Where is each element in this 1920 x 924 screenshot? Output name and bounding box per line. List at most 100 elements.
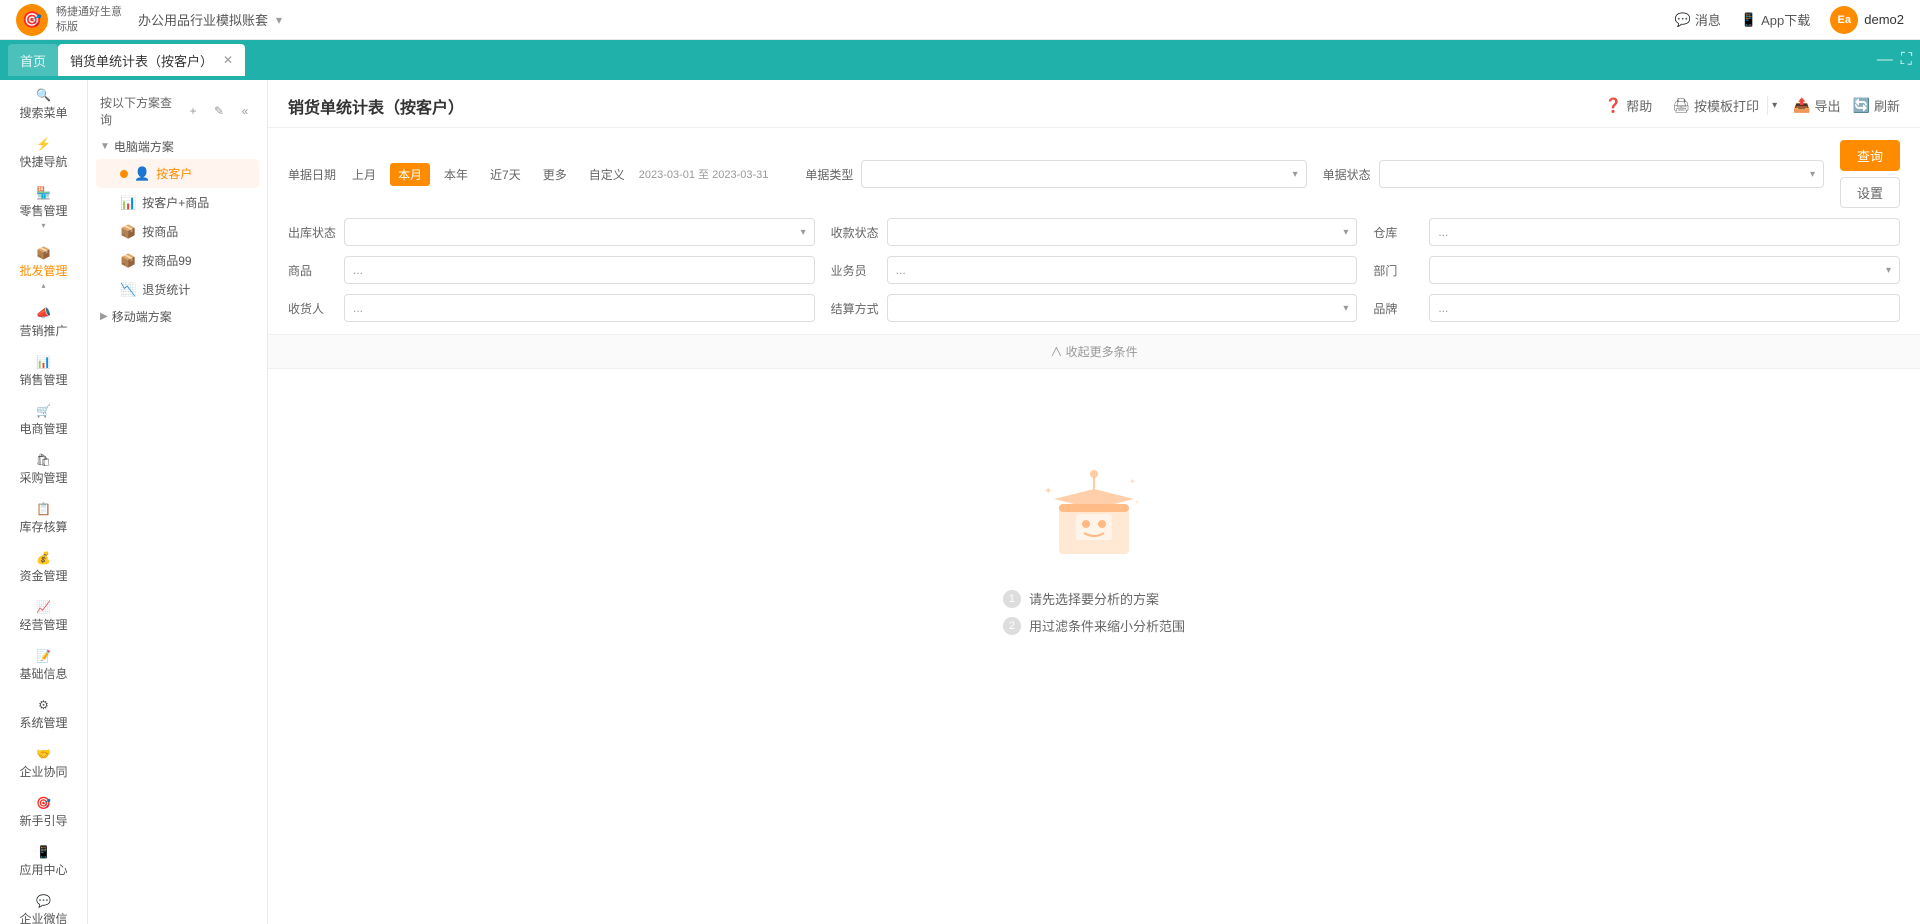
date-btn-7days[interactable]: 近7天 — [482, 163, 529, 186]
sidebar-item-cooperation[interactable]: 🤝 企业协同 — [0, 739, 87, 788]
mobile-group-arrow: ▶ — [100, 311, 108, 322]
date-btn-more[interactable]: 更多 — [535, 163, 575, 186]
settlement-label: 结算方式 — [831, 300, 881, 317]
doc-type-control[interactable]: ▾ — [861, 160, 1306, 188]
sidebar-item-inventory[interactable]: 📋 库存核算 — [0, 494, 87, 543]
marketing-icon: 📣 — [36, 306, 51, 320]
sidebar-item-finance[interactable]: 💰 资金管理 — [0, 543, 87, 592]
scheme-group-pc-title[interactable]: ▼ 电脑端方案 — [96, 134, 259, 159]
salesperson-label: 业务员 — [831, 262, 881, 279]
ecommerce-icon: 🛒 — [36, 404, 51, 418]
download-icon: 📱 — [1741, 12, 1757, 28]
brand-control[interactable]: ... — [1429, 294, 1900, 322]
warehouse-control[interactable]: ... — [1429, 218, 1900, 246]
scheme-item-by-customer-product[interactable]: 📊 按客户+商品 — [96, 188, 259, 217]
collapse-scheme-button[interactable]: « — [235, 101, 255, 121]
date-btn-custom[interactable]: 自定义 — [581, 163, 633, 186]
message-button[interactable]: 💬 消息 — [1675, 10, 1721, 29]
tab-home[interactable]: 首页 — [8, 44, 58, 76]
report-actions: ❓ 帮助 🖨 按模板打印 ▾ 📤 导出 — [1605, 92, 1900, 119]
template-print-dropdown[interactable]: ▾ — [1767, 96, 1781, 115]
receive-status-control[interactable]: ▾ — [887, 218, 1358, 246]
department-control[interactable]: ▾ — [1429, 256, 1900, 284]
header-right: 💬 消息 📱 App下载 Ea demo2 — [1675, 6, 1904, 34]
refresh-button[interactable]: 🔄 刷新 — [1853, 96, 1900, 115]
date-btn-this-year[interactable]: 本年 — [436, 163, 476, 186]
query-button[interactable]: 查询 — [1840, 140, 1900, 171]
sidebar-item-marketing[interactable]: 📣 营销推广 — [0, 298, 87, 347]
sidebar-item-quicknav[interactable]: ⚡ 快捷导航 — [0, 129, 87, 178]
workspace-dropdown-icon[interactable]: ▾ — [276, 13, 282, 27]
svg-text:✦: ✦ — [1129, 477, 1136, 486]
date-btn-last-month[interactable]: 上月 — [344, 163, 384, 186]
template-print-button[interactable]: 🖨 按模板打印 — [1664, 92, 1767, 119]
sidebar-item-appcenter[interactable]: 📱 应用中心 — [0, 837, 87, 886]
filter-row-2: 出库状态 ▾ 收款状态 ▾ — [288, 218, 1900, 246]
app-download-button[interactable]: 📱 App下载 — [1741, 10, 1810, 29]
scheme-item-by-product99[interactable]: 📦 按商品99 — [96, 246, 259, 275]
sidebar-item-operation[interactable]: 📈 经营管理 — [0, 592, 87, 641]
export-button[interactable]: 📤 导出 — [1793, 96, 1840, 115]
empty-state: ✦ ✦ ✦ 1 请先选择要分析的方案 2 用过滤条件来缩小分析范围 — [268, 369, 1920, 723]
help-button[interactable]: ❓ 帮助 — [1605, 96, 1652, 115]
settings-button[interactable]: 设置 — [1840, 177, 1900, 208]
filter-receive-status: 收款状态 ▾ — [831, 218, 1358, 246]
add-scheme-button[interactable]: + — [183, 101, 203, 121]
content-area: 按以下方案查询 + ✎ « — [88, 80, 1920, 924]
export-icon: 📤 — [1793, 97, 1810, 114]
product-control[interactable]: ... — [344, 256, 815, 284]
sidebar-item-sales[interactable]: 📊 销售管理 — [0, 347, 87, 396]
sub-sidebar-header-icons: + ✎ « — [183, 101, 255, 121]
sidebar-item-wholesale[interactable]: 📦 批发管理 ▴ — [0, 238, 87, 298]
sidebar-item-system[interactable]: ⚙ 系统管理 — [0, 690, 87, 739]
logo-text-line1: 畅捷通好生意 — [56, 5, 122, 19]
wholesale-icon: 📦 — [36, 246, 51, 260]
sidebar-item-search[interactable]: 🔍 搜索菜单 — [0, 80, 87, 129]
settlement-control[interactable]: ▾ — [887, 294, 1358, 322]
sidebar-item-ecommerce[interactable]: 🛒 电商管理 — [0, 396, 87, 445]
doc-status-label: 单据状态 — [1323, 166, 1373, 183]
tab-minimize-button[interactable]: — — [1877, 51, 1893, 69]
report-area: 销货单统计表（按客户） ❓ 帮助 🖨 按模板打印 ▾ — [268, 80, 1920, 924]
action-buttons: 查询 设置 — [1840, 140, 1900, 208]
sidebar-item-newguide[interactable]: 🎯 新手引导 — [0, 788, 87, 837]
department-caret: ▾ — [1886, 265, 1891, 276]
out-status-control[interactable]: ▾ — [344, 218, 815, 246]
filter-out-status: 出库状态 ▾ — [288, 218, 815, 246]
sub-layout: 按以下方案查询 + ✎ « — [88, 80, 1920, 924]
tab-bar: 首页 销货单统计表（按客户） ✕ — ⛶ — [0, 40, 1920, 80]
settlement-caret: ▾ — [1343, 303, 1348, 314]
sub-sidebar-header: 按以下方案查询 + ✎ « — [88, 88, 267, 134]
date-filter-controls: 上月 本月 本年 近7天 更多 自定义 2023-03-01 至 2023-03… — [344, 163, 789, 186]
filter-doc-status: 单据状态 ▾ — [1323, 160, 1824, 188]
scheme-item-by-product[interactable]: 📦 按商品 — [96, 217, 259, 246]
sidebar-item-purchase[interactable]: 🛍 采购管理 — [0, 445, 87, 494]
sub-sidebar: 按以下方案查询 + ✎ « — [88, 80, 268, 924]
empty-steps: 1 请先选择要分析的方案 2 用过滤条件来缩小分析范围 — [1003, 589, 1185, 643]
scheme-item-return-stats[interactable]: 📉 退货统计 — [96, 275, 259, 304]
sidebar-item-retail[interactable]: 🏪 零售管理 ▾ — [0, 178, 87, 238]
sidebar-item-base[interactable]: 📝 基础信息 — [0, 641, 87, 690]
edit-scheme-button[interactable]: ✎ — [209, 101, 229, 121]
tab-report[interactable]: 销货单统计表（按客户） ✕ — [58, 44, 245, 76]
date-btn-this-month[interactable]: 本月 — [390, 163, 430, 186]
svg-text:✦: ✦ — [1044, 486, 1052, 497]
system-icon: ⚙ — [38, 698, 49, 712]
tab-close-icon[interactable]: ✕ — [223, 53, 233, 67]
salesperson-control[interactable]: ... — [887, 256, 1358, 284]
main-layout: 🔍 搜索菜单 ⚡ 快捷导航 🏪 零售管理 ▾ 📦 批发管理 ▴ 📣 营销推广 📊… — [0, 80, 1920, 924]
scheme-group-mobile-title[interactable]: ▶ 移动端方案 — [96, 304, 259, 329]
doc-status-control[interactable]: ▾ — [1379, 160, 1824, 188]
tab-maximize-button[interactable]: ⛶ — [1901, 51, 1912, 69]
receiver-label: 收货人 — [288, 300, 338, 317]
cooperation-icon: 🤝 — [36, 747, 51, 761]
collapse-more-button[interactable]: ∧ 收起更多条件 — [268, 335, 1920, 369]
wholesale-expand-icon: ▴ — [41, 281, 45, 290]
scheme-item-by-customer[interactable]: 👤 按客户 — [96, 159, 259, 188]
user-menu[interactable]: Ea demo2 — [1830, 6, 1904, 34]
doc-status-caret: ▾ — [1810, 169, 1815, 180]
sales-icon: 📊 — [36, 355, 51, 369]
sidebar-item-wechat[interactable]: 💬 企业微信 — [0, 886, 87, 924]
top-header: 🎯 畅捷通好生意 标版 办公用品行业模拟账套 ▾ 💬 消息 📱 App下载 Ea… — [0, 0, 1920, 40]
receiver-control[interactable]: ... — [344, 294, 815, 322]
